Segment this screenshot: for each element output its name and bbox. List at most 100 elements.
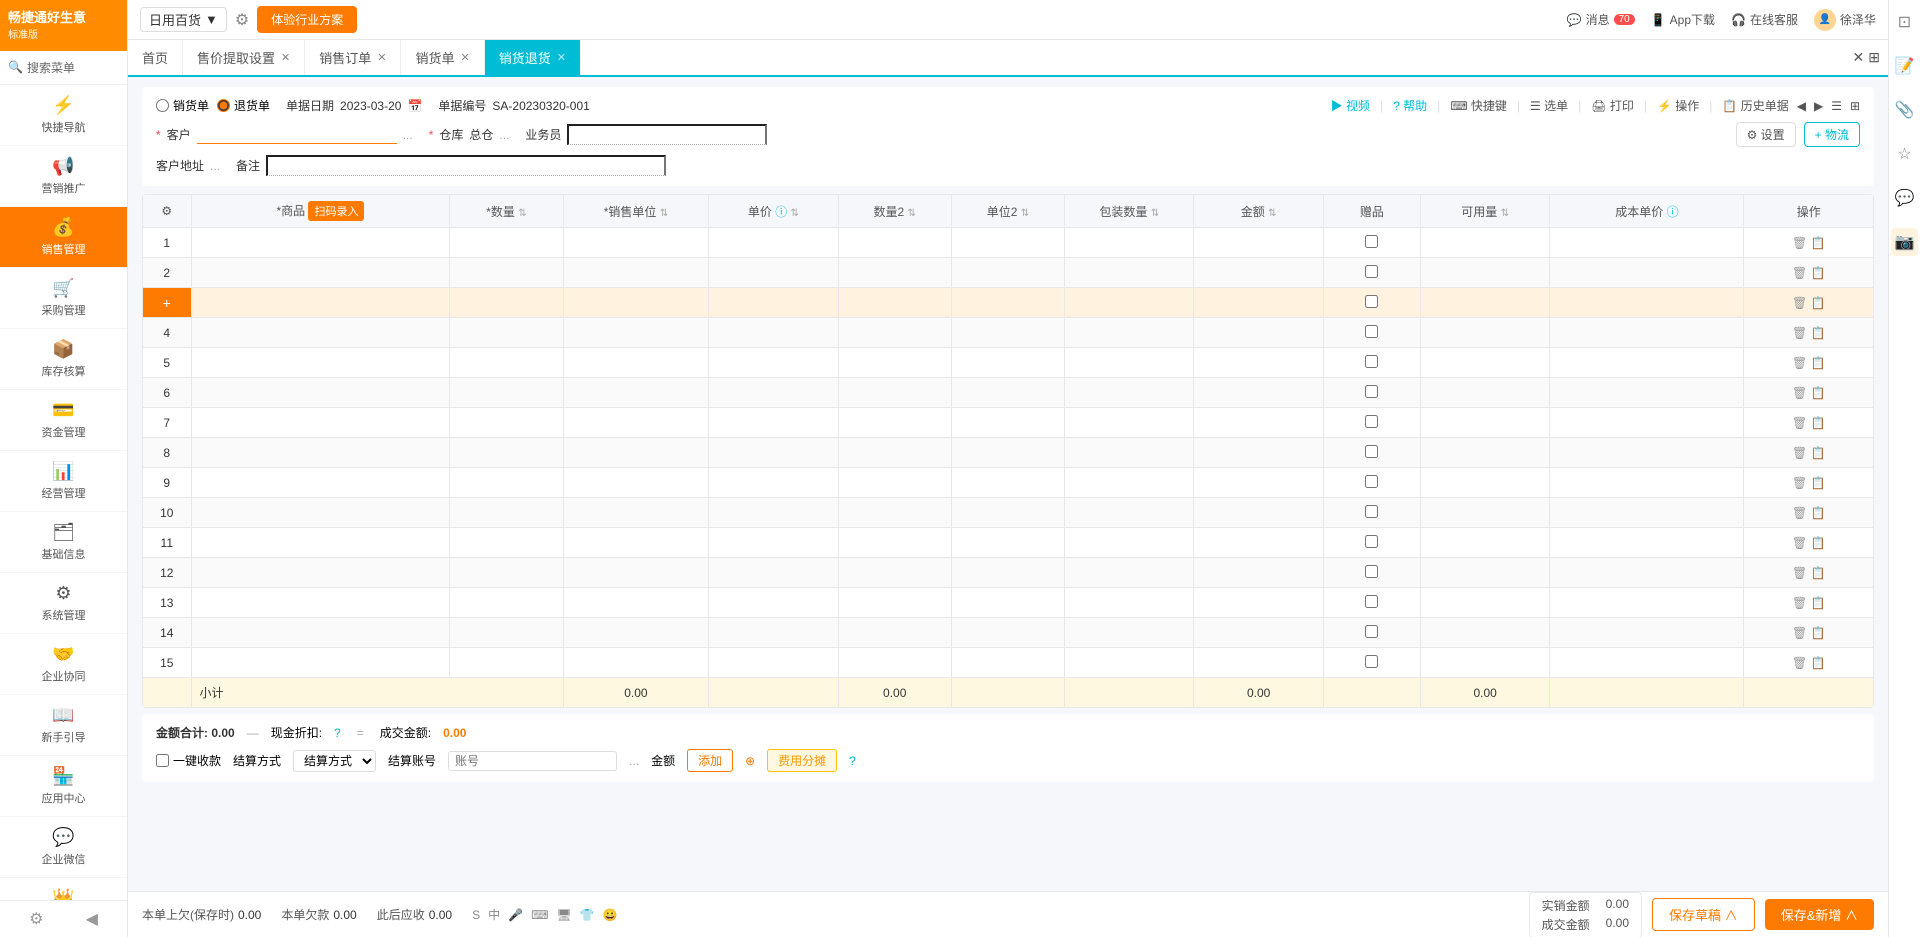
price-cell[interactable] — [709, 378, 838, 408]
search-menu-item[interactable]: 🔍 搜索菜单 — [0, 51, 127, 85]
sidebar-item-operations[interactable]: 📊 经营管理 — [0, 451, 127, 512]
pkg-qty-cell[interactable] — [1065, 618, 1194, 648]
product-cell[interactable] — [191, 408, 450, 438]
gift-checkbox[interactable] — [1365, 265, 1378, 278]
delete-icon[interactable]: 🗑 — [1792, 536, 1807, 550]
gift-checkbox[interactable] — [1365, 565, 1378, 578]
address-dots[interactable]: ... — [210, 159, 220, 173]
delete-icon[interactable]: 🗑 — [1792, 656, 1807, 670]
amount-cell[interactable] — [1194, 228, 1323, 258]
billing-account-input[interactable] — [448, 751, 617, 771]
cost-price-cell[interactable] — [1550, 528, 1744, 558]
amount-cell[interactable] — [1194, 348, 1323, 378]
available-cell[interactable] — [1420, 438, 1549, 468]
price-cell[interactable] — [709, 468, 838, 498]
gift-cell[interactable] — [1323, 408, 1420, 438]
qty2-cell[interactable] — [838, 588, 951, 618]
delete-icon[interactable]: 🗑 — [1792, 446, 1807, 460]
gift-checkbox[interactable] — [1365, 385, 1378, 398]
unit2-cell[interactable] — [951, 618, 1064, 648]
sogou-icon[interactable]: S — [472, 908, 480, 922]
gift-cell[interactable] — [1323, 618, 1420, 648]
copy-icon[interactable]: 📋 — [1811, 446, 1826, 460]
screen-icon[interactable]: 🖥 — [556, 908, 571, 922]
sidebar-item-sales[interactable]: 💰 销售管理 — [0, 207, 127, 268]
setting-button[interactable]: ⚙ 设置 — [1736, 122, 1796, 147]
qty-cell[interactable] — [450, 318, 563, 348]
gift-checkbox[interactable] — [1365, 625, 1378, 638]
gift-cell[interactable] — [1323, 528, 1420, 558]
price-cell[interactable] — [709, 318, 838, 348]
qty-cell[interactable] — [450, 378, 563, 408]
cost-price-cell[interactable] — [1550, 648, 1744, 678]
pkg-qty-cell[interactable] — [1065, 288, 1194, 318]
rs-attachment-icon[interactable]: 📎 — [1891, 96, 1919, 124]
amount-cell[interactable] — [1194, 258, 1323, 288]
gift-cell[interactable] — [1323, 318, 1420, 348]
list-view-icon[interactable]: ☰ — [1831, 99, 1842, 113]
cost-price-cell[interactable] — [1550, 558, 1744, 588]
pkg-qty-cell[interactable] — [1065, 528, 1194, 558]
face-icon[interactable]: 😀 — [603, 908, 618, 922]
gift-cell[interactable] — [1323, 588, 1420, 618]
product-cell[interactable] — [191, 318, 450, 348]
scan-button[interactable]: 扫码录入 — [308, 201, 364, 221]
customer-input[interactable] — [197, 125, 397, 144]
tshirt-icon[interactable]: 👕 — [580, 908, 595, 922]
user-profile-item[interactable]: 👤 徐泽华 — [1814, 9, 1876, 31]
pkg-qty-cell[interactable] — [1065, 348, 1194, 378]
delete-icon[interactable]: 🗑 — [1792, 266, 1807, 280]
qty2-cell[interactable] — [838, 348, 951, 378]
available-cell[interactable] — [1420, 348, 1549, 378]
unit-cell[interactable] — [563, 468, 709, 498]
qty2-cell[interactable] — [838, 438, 951, 468]
cta-button[interactable]: 体验行业方案 — [257, 6, 357, 33]
product-cell[interactable] — [191, 348, 450, 378]
unit2-cell[interactable] — [951, 558, 1064, 588]
unit-cell[interactable] — [563, 618, 709, 648]
sidebar-item-finance[interactable]: 💳 资金管理 — [0, 390, 127, 451]
pkg-qty-cell[interactable] — [1065, 438, 1194, 468]
qty-cell[interactable] — [450, 468, 563, 498]
price-cell[interactable] — [709, 438, 838, 468]
unit2-cell[interactable] — [951, 408, 1064, 438]
help-icon[interactable]: ? 帮助 — [1393, 97, 1427, 114]
unit-cell[interactable] — [563, 228, 709, 258]
tab-sales-order-close-icon[interactable]: ✕ — [377, 51, 386, 64]
add-button[interactable]: 添加 — [687, 749, 733, 772]
qty2-cell[interactable] — [838, 498, 951, 528]
price-cell[interactable] — [709, 348, 838, 378]
gift-cell[interactable] — [1323, 438, 1420, 468]
sidebar-collapse-icon[interactable]: ◀ — [86, 909, 98, 929]
online-service-item[interactable]: 🎧 在线客服 — [1731, 11, 1798, 28]
th-gear[interactable]: ⚙ — [143, 195, 192, 228]
sidebar-item-member[interactable]: 👑 畅会员 — [0, 878, 127, 900]
sidebar-item-shortcuts[interactable]: ⚡ 快捷导航 — [0, 85, 127, 146]
cost-price-cell[interactable] — [1550, 498, 1744, 528]
price-cell[interactable] — [709, 558, 838, 588]
available-cell[interactable] — [1420, 258, 1549, 288]
rs-note-icon[interactable]: 📝 — [1891, 52, 1919, 80]
app-download-item[interactable]: 📱 App下载 — [1651, 11, 1715, 28]
th-qty[interactable]: *数量 ⇅ — [450, 195, 563, 228]
price-cell[interactable] — [709, 528, 838, 558]
unit2-cell[interactable] — [951, 468, 1064, 498]
copy-icon[interactable]: 📋 — [1811, 626, 1826, 640]
gift-checkbox[interactable] — [1365, 415, 1378, 428]
cost-price-cell[interactable] — [1550, 408, 1744, 438]
tab-price-setting[interactable]: 售价提取设置 ✕ — [183, 40, 305, 75]
cost-price-cell[interactable] — [1550, 288, 1744, 318]
gift-checkbox[interactable] — [1365, 355, 1378, 368]
copy-icon[interactable]: 📋 — [1811, 506, 1826, 520]
delete-icon[interactable]: 🗑 — [1792, 566, 1807, 580]
th-available[interactable]: 可用量 ⇅ — [1420, 195, 1549, 228]
price-cell[interactable] — [709, 588, 838, 618]
qty2-cell[interactable] — [838, 648, 951, 678]
unit2-cell[interactable] — [951, 438, 1064, 468]
unit2-cell[interactable] — [951, 318, 1064, 348]
available-cell[interactable] — [1420, 528, 1549, 558]
product-cell[interactable] — [191, 588, 450, 618]
qty2-cell[interactable] — [838, 318, 951, 348]
gift-checkbox[interactable] — [1365, 475, 1378, 488]
price-cell[interactable] — [709, 618, 838, 648]
